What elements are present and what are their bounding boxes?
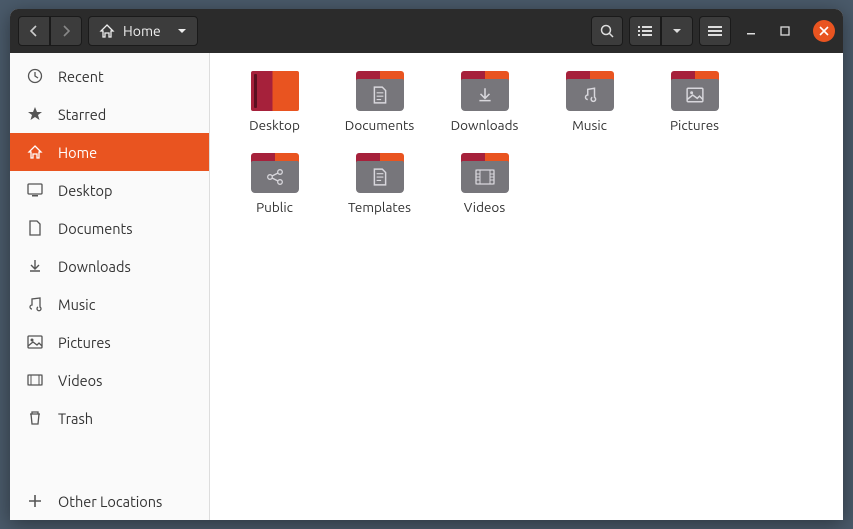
video-icon [26, 371, 44, 389]
sidebar-item-pictures[interactable]: Pictures [10, 323, 209, 361]
list-view-button[interactable] [629, 16, 661, 46]
sidebar-item-recent[interactable]: Recent [10, 57, 209, 95]
list-icon [638, 25, 652, 37]
sidebar-item-label: Music [58, 296, 95, 313]
hamburger-icon [708, 25, 722, 37]
folder-icon [461, 153, 509, 193]
view-buttons [629, 16, 693, 46]
sidebar-item-home[interactable]: Home [10, 133, 209, 171]
sidebar-item-label: Downloads [58, 258, 131, 275]
file-item-label: Desktop [249, 117, 300, 133]
close-button[interactable] [813, 20, 835, 42]
sidebar-item-label: Pictures [58, 334, 111, 351]
chevron-left-icon [29, 25, 39, 37]
search-button[interactable] [591, 16, 623, 46]
file-item-templates[interactable]: Templates [327, 153, 432, 227]
path-label: Home [123, 23, 161, 39]
sidebar-item-downloads[interactable]: Downloads [10, 247, 209, 285]
file-item-label: Public [256, 199, 293, 215]
sidebar-item-label: Desktop [58, 182, 112, 199]
chevron-right-icon [61, 25, 71, 37]
file-item-label: Templates [348, 199, 411, 215]
content-pane[interactable]: Desktop Documents Downloads Music Pictur… [210, 53, 843, 520]
trash-icon [26, 409, 44, 427]
download-icon [26, 257, 44, 275]
file-item-label: Documents [345, 117, 414, 133]
file-item-label: Music [572, 117, 607, 133]
file-item-label: Downloads [451, 117, 519, 133]
file-item-label: Pictures [670, 117, 719, 133]
desktop-icon [26, 181, 44, 199]
sidebar-item-label: Recent [58, 68, 104, 85]
maximize-button[interactable] [771, 17, 799, 45]
star-icon [26, 105, 44, 123]
back-button[interactable] [18, 16, 50, 46]
sidebar-item-label: Home [58, 144, 97, 161]
folder-icon [356, 153, 404, 193]
sidebar-item-label: Starred [58, 106, 106, 123]
sidebar: Recent Starred Home Desktop Documents Do… [10, 53, 210, 520]
file-item-videos[interactable]: Videos [432, 153, 537, 227]
search-icon [600, 24, 615, 39]
sidebar-item-label: Documents [58, 220, 133, 237]
folder-icon [251, 153, 299, 193]
minimize-button[interactable] [737, 17, 765, 45]
file-item-label: Videos [464, 199, 505, 215]
sidebar-item-label: Videos [58, 372, 102, 389]
home-icon [26, 143, 44, 161]
sidebar-item-label: Other Locations [58, 493, 162, 510]
file-item-public[interactable]: Public [222, 153, 327, 227]
file-item-downloads[interactable]: Downloads [432, 71, 537, 145]
path-bar[interactable]: Home [88, 16, 198, 46]
sidebar-item-label: Trash [58, 410, 93, 427]
plus-icon [26, 492, 44, 510]
music-icon [26, 295, 44, 313]
menu-button[interactable] [699, 16, 731, 46]
sidebar-item-trash[interactable]: Trash [10, 399, 209, 437]
dropdown-icon [177, 27, 187, 35]
folder-icon [566, 71, 614, 111]
headerbar: Home [10, 9, 843, 53]
maximize-icon [780, 26, 790, 36]
file-item-pictures[interactable]: Pictures [642, 71, 747, 145]
file-item-documents[interactable]: Documents [327, 71, 432, 145]
folder-icon [461, 71, 509, 111]
close-icon [819, 26, 829, 36]
file-manager-window: Home R [10, 9, 843, 520]
desktop-folder-icon [251, 71, 299, 111]
sidebar-item-starred[interactable]: Starred [10, 95, 209, 133]
sidebar-item-music[interactable]: Music [10, 285, 209, 323]
folder-icon [356, 71, 404, 111]
forward-button[interactable] [50, 16, 82, 46]
sidebar-item-videos[interactable]: Videos [10, 361, 209, 399]
home-icon [99, 23, 115, 39]
picture-icon [26, 333, 44, 351]
chevron-down-icon [672, 27, 682, 35]
nav-buttons [18, 16, 82, 46]
sidebar-item-documents[interactable]: Documents [10, 209, 209, 247]
document-icon [26, 219, 44, 237]
sidebar-item-other-locations[interactable]: Other Locations [10, 482, 209, 520]
file-item-music[interactable]: Music [537, 71, 642, 145]
view-dropdown-button[interactable] [661, 16, 693, 46]
clock-icon [26, 67, 44, 85]
window-body: Recent Starred Home Desktop Documents Do… [10, 53, 843, 520]
sidebar-item-desktop[interactable]: Desktop [10, 171, 209, 209]
minimize-icon [746, 26, 756, 36]
file-item-desktop[interactable]: Desktop [222, 71, 327, 145]
folder-icon [671, 71, 719, 111]
